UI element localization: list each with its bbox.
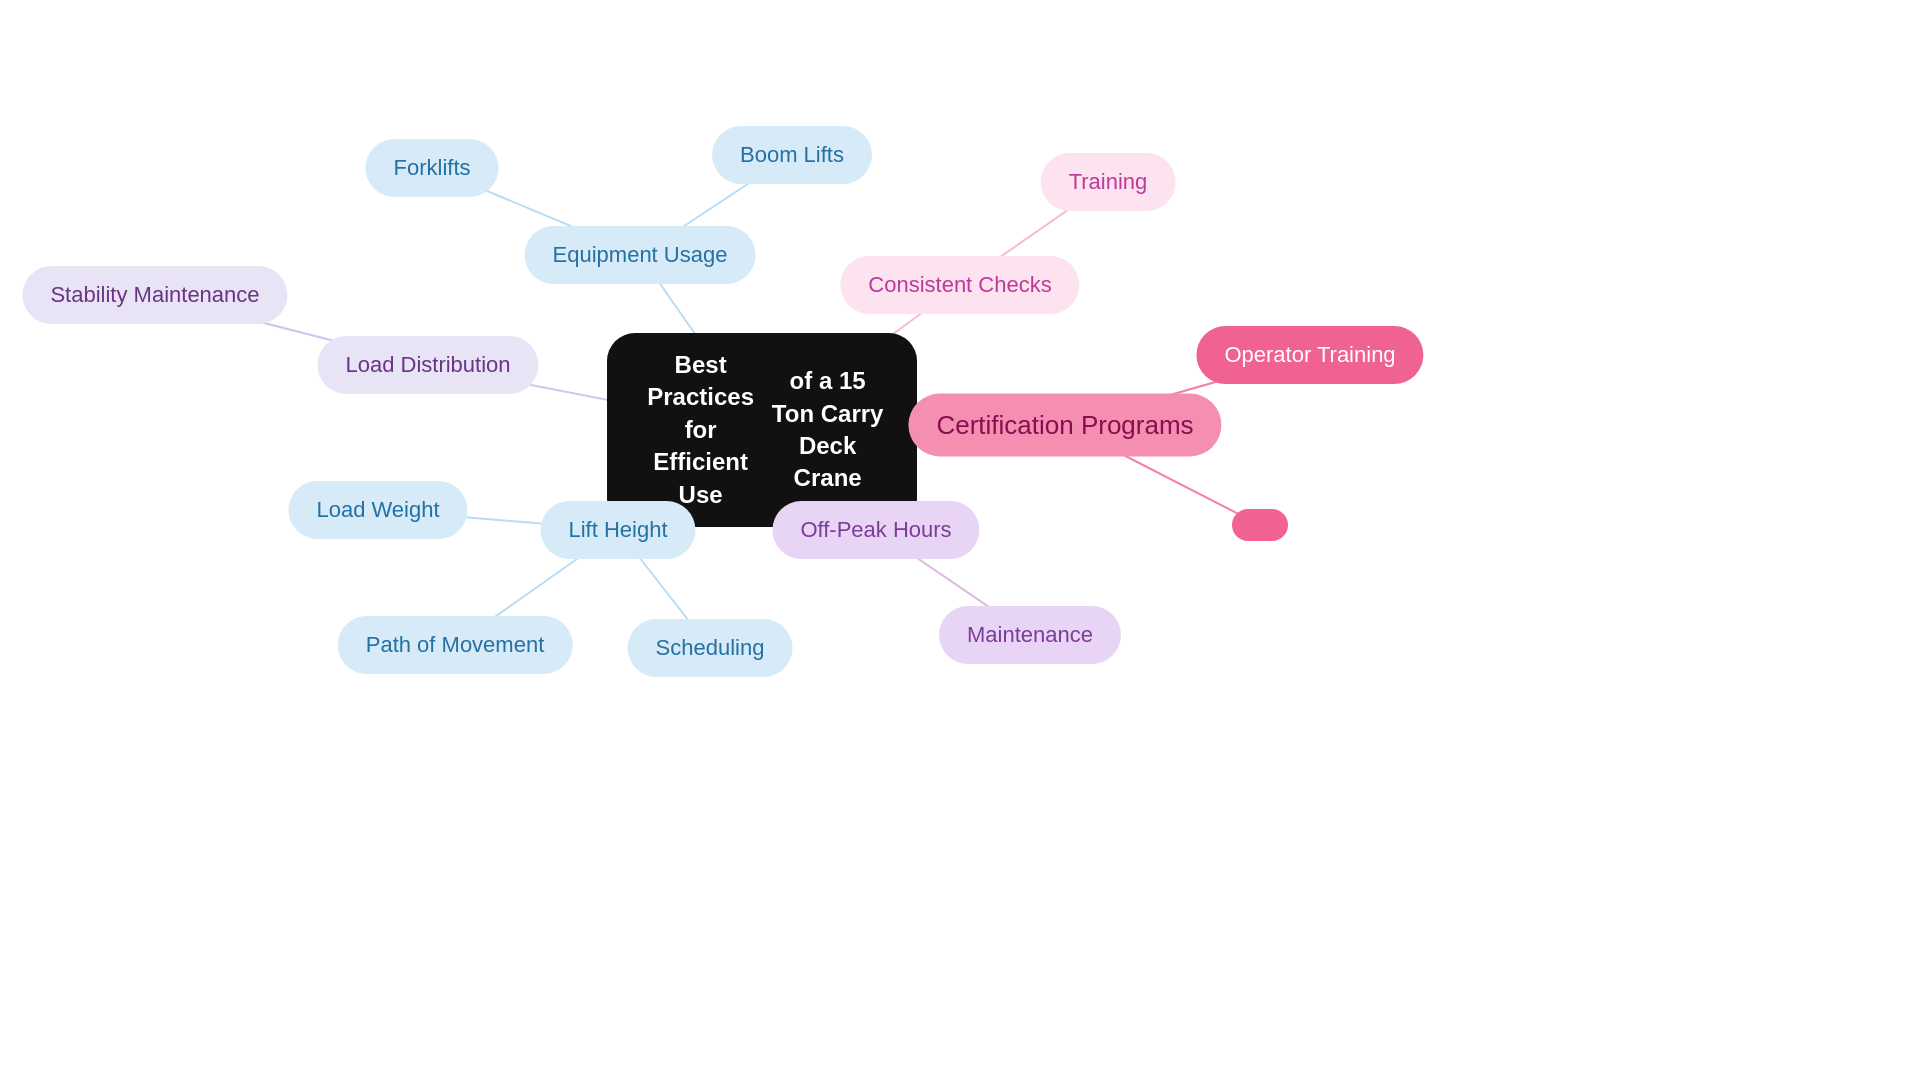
lift-planning-node: Lift Height	[540, 501, 695, 559]
maintenance-node: Consistent Checks	[840, 256, 1079, 314]
equipment-usage-node: Equipment Usage	[525, 226, 756, 284]
path-of-movement-node: Scheduling	[628, 619, 793, 677]
lift-height-node: Load Weight	[288, 481, 467, 539]
stability-maintenance-node: Stability Maintenance	[22, 266, 287, 324]
load-weight-node: Path of Movement	[338, 616, 573, 674]
certification-programs-node: Operator Training	[1196, 326, 1423, 384]
training-node: Certification Programs	[908, 394, 1221, 457]
forklifts-node: Forklifts	[366, 139, 499, 197]
operator-training-node	[1232, 509, 1288, 541]
load-distribution-node: Load Distribution	[317, 336, 538, 394]
center-node: Best Practices for Efficient Useof a 15 …	[607, 333, 917, 527]
boom-lifts-node: Boom Lifts	[712, 126, 872, 184]
scheduling-node: Off-Peak Hours	[772, 501, 979, 559]
off-peak-hours-node: Maintenance	[939, 606, 1121, 664]
consistent-checks-node: Training	[1041, 153, 1176, 211]
